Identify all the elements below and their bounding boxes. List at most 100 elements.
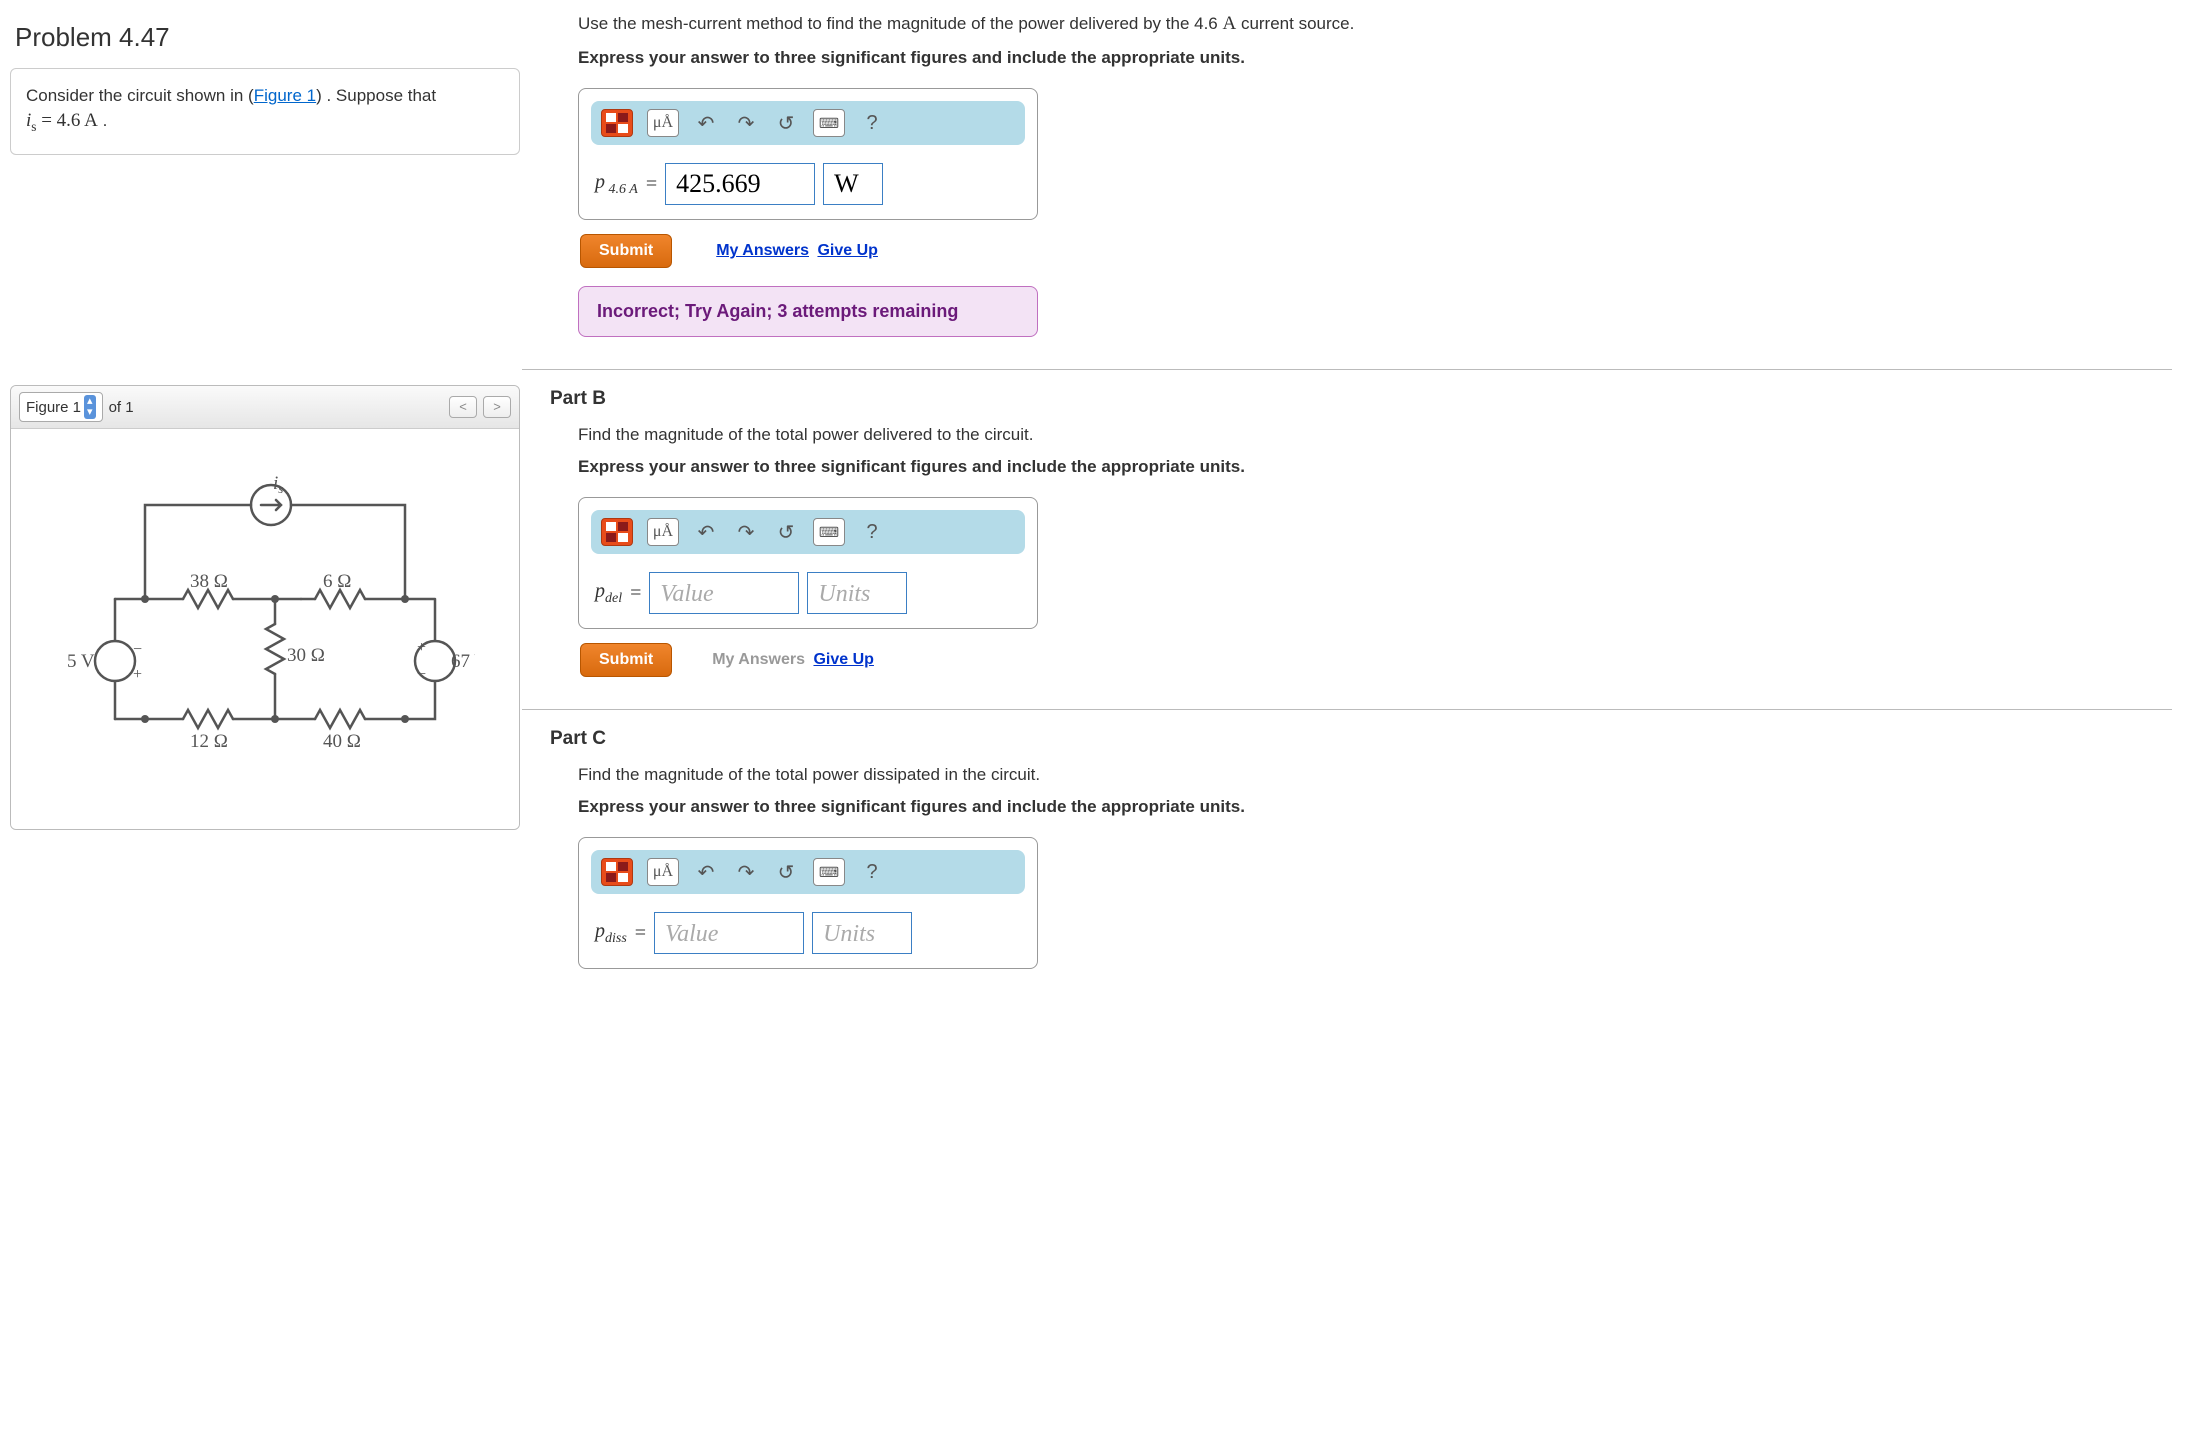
part-a-submit-row: Submit My Answers Give Up <box>580 234 2172 268</box>
part-c-answer-row: pdiss = <box>579 906 1037 956</box>
part-b-title: Part B <box>550 388 2172 410</box>
part-b-my-answers-link: My Answers <box>712 651 805 668</box>
template-button[interactable] <box>601 518 633 546</box>
figure-select-label: Figure 1 <box>26 399 81 416</box>
part-b-answer-box: μÅ ↶ ↷ ↺ ⌨ ? pdel = <box>578 497 1038 629</box>
help-icon[interactable]: ? <box>859 518 885 546</box>
keyboard-icon[interactable]: ⌨ <box>813 518 845 546</box>
reset-icon[interactable]: ↺ <box>773 858 799 886</box>
figure-header: Figure 1 ▴▾ of 1 < > <box>11 386 519 429</box>
part-c-prompt: Find the magnitude of the total power di… <box>578 762 2172 819</box>
pc-var: p <box>595 920 605 942</box>
part-a-give-up-link[interactable]: Give Up <box>817 242 877 259</box>
keyboard-icon[interactable]: ⌨ <box>813 109 845 137</box>
stepper-icon[interactable]: ▴▾ <box>84 395 96 419</box>
part-b: Part B Find the magnitude of the total p… <box>550 388 2172 677</box>
figure-prev-button[interactable]: < <box>449 396 477 418</box>
eq-text: = 4.6 <box>36 110 84 131</box>
svg-text:67 V: 67 V <box>451 651 475 672</box>
part-c-units-input[interactable] <box>812 912 912 954</box>
reset-icon[interactable]: ↺ <box>773 518 799 546</box>
part-b-prompt: Find the magnitude of the total power de… <box>578 422 2172 479</box>
part-b-answer-row: pdel = <box>579 566 1037 616</box>
problem-statement: Consider the circuit shown in (Figure 1)… <box>10 68 520 155</box>
svg-text:6 Ω: 6 Ω <box>323 571 351 592</box>
unit-A: A <box>84 110 98 131</box>
pb-eq: = <box>630 582 641 605</box>
part-a-unit: A <box>1222 13 1236 34</box>
svg-text:−: − <box>417 666 426 683</box>
pa-sub: 4.6 A <box>605 182 638 197</box>
figure-panel: Figure 1 ▴▾ of 1 < > <box>10 385 520 830</box>
undo-icon[interactable]: ↶ <box>693 858 719 886</box>
reset-icon[interactable]: ↺ <box>773 109 799 137</box>
svg-text:5 V: 5 V <box>67 651 95 672</box>
template-button[interactable] <box>601 858 633 886</box>
undo-icon[interactable]: ↶ <box>693 109 719 137</box>
part-b-q1: Find the magnitude of the total power de… <box>578 425 1033 444</box>
part-b-q2: Express your answer to three significant… <box>578 454 2172 480</box>
part-b-submit-button[interactable]: Submit <box>580 643 672 677</box>
divider <box>522 709 2172 710</box>
part-c-value-input[interactable] <box>654 912 804 954</box>
part-b-toolbar: μÅ ↶ ↷ ↺ ⌨ ? <box>591 510 1025 554</box>
part-a-answer-box: μÅ ↶ ↷ ↺ ⌨ ? p 4.6 A = <box>578 88 1038 220</box>
part-a-q1: Use the mesh-current method to find the … <box>578 14 1222 33</box>
figure-of-text: of 1 <box>109 399 134 416</box>
part-a-my-answers-link[interactable]: My Answers <box>716 242 809 259</box>
svg-text:−: − <box>133 641 142 658</box>
pc-eq: = <box>635 922 646 945</box>
svg-text:30 Ω: 30 Ω <box>287 645 325 666</box>
undo-icon[interactable]: ↶ <box>693 518 719 546</box>
figure-body: is 38 Ω 6 Ω 30 Ω 12 Ω 40 Ω 5 V 67 V − + … <box>11 429 519 829</box>
part-c-q2: Express your answer to three significant… <box>578 794 2172 820</box>
part-a-value-input[interactable] <box>665 163 815 205</box>
pa-var: p <box>595 171 605 193</box>
redo-icon[interactable]: ↷ <box>733 858 759 886</box>
redo-icon[interactable]: ↷ <box>733 518 759 546</box>
part-a-prompt: Use the mesh-current method to find the … <box>578 10 2172 70</box>
figure-link[interactable]: Figure 1 <box>254 86 316 105</box>
part-a-answer-row: p 4.6 A = <box>579 157 1037 207</box>
units-button[interactable]: μÅ <box>647 518 679 546</box>
problem-text-pre: Consider the circuit shown in ( <box>26 86 254 105</box>
pc-sub: diss <box>605 931 627 946</box>
part-c-toolbar: μÅ ↶ ↷ ↺ ⌨ ? <box>591 850 1025 894</box>
part-a-submit-button[interactable]: Submit <box>580 234 672 268</box>
part-a: Use the mesh-current method to find the … <box>578 10 2172 337</box>
part-b-units-input[interactable] <box>807 572 907 614</box>
part-c-q1: Find the magnitude of the total power di… <box>578 765 1040 784</box>
svg-text:+: + <box>133 666 142 683</box>
figure-selector[interactable]: Figure 1 ▴▾ <box>19 392 103 422</box>
part-a-q2: Express your answer to three significant… <box>578 45 2172 71</box>
part-a-toolbar: μÅ ↶ ↷ ↺ ⌨ ? <box>591 101 1025 145</box>
problem-title: Problem 4.47 <box>10 10 520 68</box>
help-icon[interactable]: ? <box>859 109 885 137</box>
part-b-give-up-link[interactable]: Give Up <box>813 651 873 668</box>
svg-text:12 Ω: 12 Ω <box>190 731 228 752</box>
part-a-units-input[interactable] <box>823 163 883 205</box>
stmt-tail: . <box>98 111 107 130</box>
keyboard-icon[interactable]: ⌨ <box>813 858 845 886</box>
units-button[interactable]: μÅ <box>647 109 679 137</box>
part-c: Part C Find the magnitude of the total p… <box>550 728 2172 969</box>
part-c-answer-box: μÅ ↶ ↷ ↺ ⌨ ? pdiss = <box>578 837 1038 969</box>
pa-eq: = <box>646 173 657 196</box>
circuit-diagram: is 38 Ω 6 Ω 30 Ω 12 Ω 40 Ω 5 V 67 V − + … <box>55 469 475 789</box>
figure-next-button[interactable]: > <box>483 396 511 418</box>
part-a-q1-tail: current source. <box>1236 14 1354 33</box>
part-c-title: Part C <box>550 728 2172 750</box>
part-b-value-input[interactable] <box>649 572 799 614</box>
svg-text:is: is <box>273 473 283 496</box>
svg-text:38 Ω: 38 Ω <box>190 571 228 592</box>
svg-text:40 Ω: 40 Ω <box>323 731 361 752</box>
template-button[interactable] <box>601 109 633 137</box>
help-icon[interactable]: ? <box>859 858 885 886</box>
units-button[interactable]: μÅ <box>647 858 679 886</box>
part-b-submit-row: Submit My Answers Give Up <box>580 643 2172 677</box>
redo-icon[interactable]: ↷ <box>733 109 759 137</box>
part-a-feedback: Incorrect; Try Again; 3 attempts remaini… <box>578 286 1038 337</box>
svg-text:+: + <box>417 639 426 656</box>
problem-text-post: ) . Suppose that <box>316 86 436 105</box>
divider <box>522 369 2172 370</box>
